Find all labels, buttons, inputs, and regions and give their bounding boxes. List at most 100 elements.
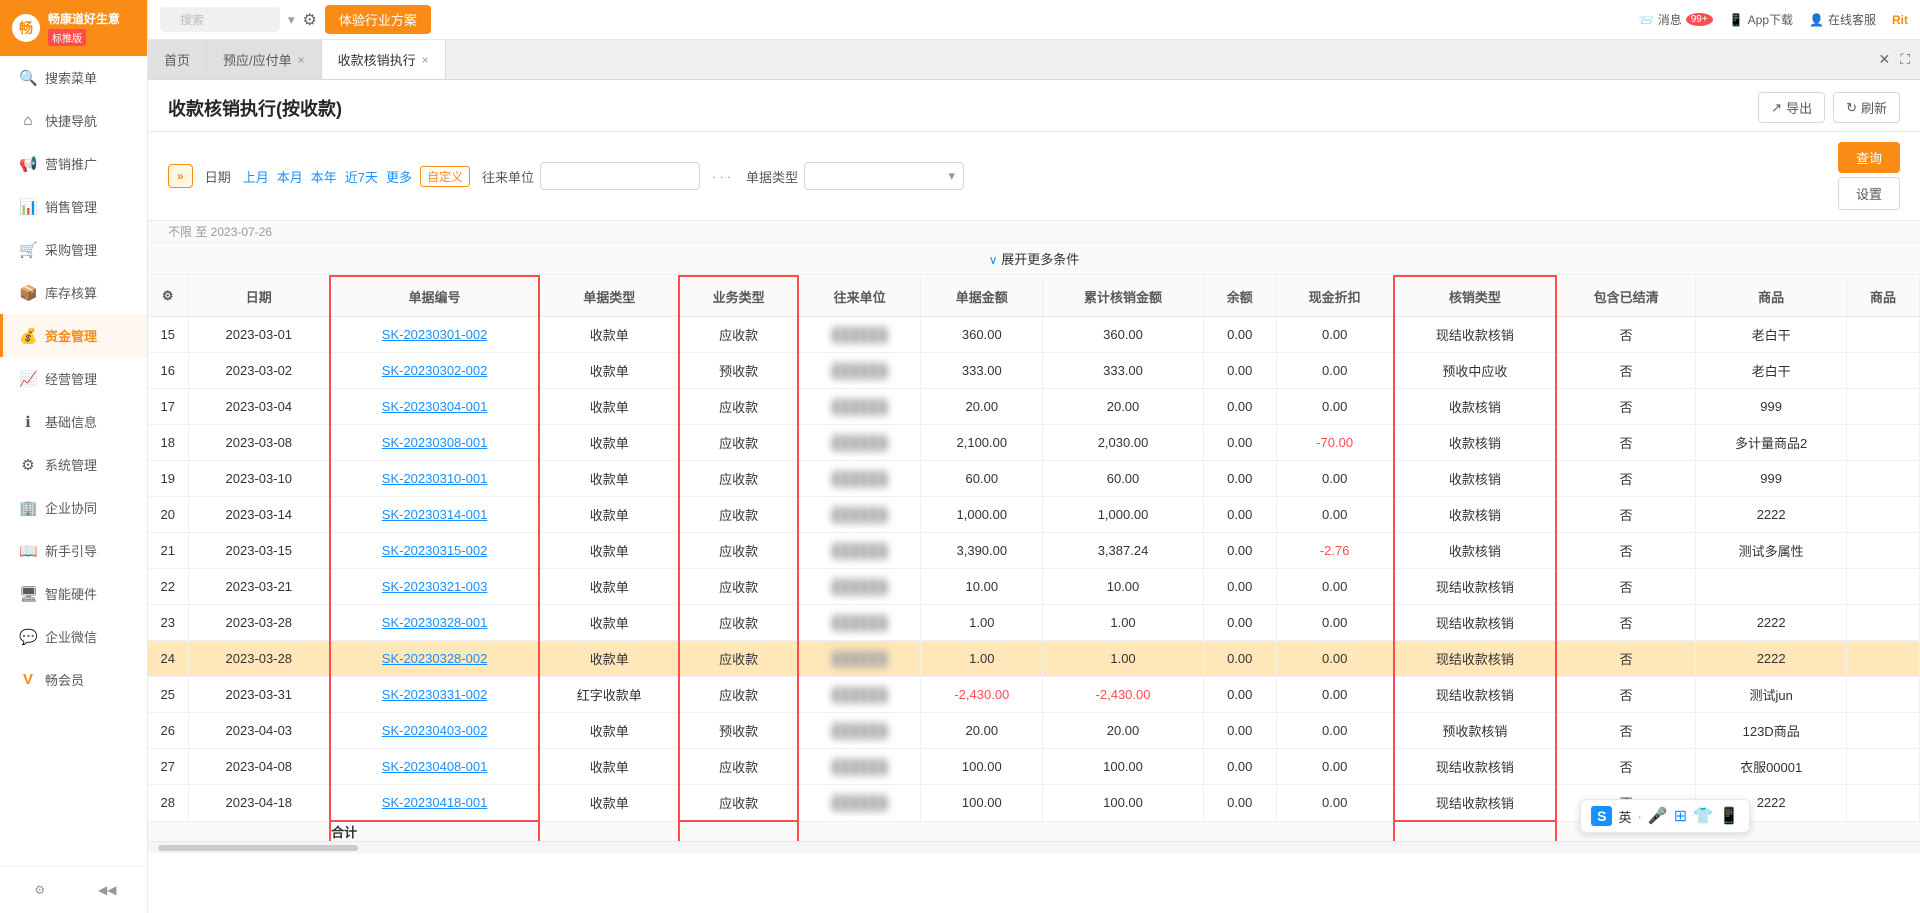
inventory-icon: 📦 xyxy=(19,284,37,302)
sidebar-item-management[interactable]: 📈 经营管理 xyxy=(0,357,147,400)
col-goods1-header[interactable]: 商品 xyxy=(1696,276,1847,317)
docno-link[interactable]: SK-20230308-001 xyxy=(382,435,488,450)
app-download-btn[interactable]: 📱 App下载 xyxy=(1729,11,1793,28)
collapse-btn[interactable]: ◀◀ xyxy=(78,877,138,903)
docno-link[interactable]: SK-20230418-001 xyxy=(382,795,488,810)
sidebar-item-guide[interactable]: 📖 新手引导 xyxy=(0,529,147,572)
sidebar-item-sales[interactable]: 📊 销售管理 xyxy=(0,185,147,228)
notification-btn[interactable]: 📨 消息 99+ xyxy=(1639,11,1713,28)
cell-cashdiscount: 0.00 xyxy=(1276,461,1394,497)
col-counterparty-header[interactable]: 往来单位 xyxy=(798,276,921,317)
query-btn[interactable]: 查询 xyxy=(1838,142,1900,173)
docno-link[interactable]: SK-20230408-001 xyxy=(382,759,488,774)
sidebar-item-search[interactable]: 🔍 搜索菜单 xyxy=(0,56,147,99)
footer-balance xyxy=(1203,821,1276,841)
date-this-year[interactable]: 本年 xyxy=(311,167,337,186)
date-this-month[interactable]: 本月 xyxy=(277,167,303,186)
cell-counterparty: ██████ xyxy=(798,425,921,461)
top-bar-search-box[interactable]: 搜索 xyxy=(160,7,280,32)
sidebar-item-enterprise[interactable]: 🏢 企业协同 xyxy=(0,486,147,529)
sidebar-item-hardware[interactable]: 🖥 智能硬件 xyxy=(0,572,147,615)
cell-counterparty: ██████ xyxy=(798,785,921,822)
col-docamount-header[interactable]: 单据金额 xyxy=(921,276,1043,317)
col-docno-header[interactable]: 单据编号 xyxy=(330,276,539,317)
tab-home[interactable]: 首页 xyxy=(148,40,207,79)
cell-includesettled: 否 xyxy=(1556,425,1696,461)
docno-link[interactable]: SK-20230403-002 xyxy=(382,723,488,738)
tab-receivable-close[interactable]: × xyxy=(298,53,305,67)
floating-toolbar: S 英 · 🎤 ⊞ 👕 📱 xyxy=(1580,799,1750,833)
maximize-icon[interactable]: ⛶ xyxy=(1900,51,1910,68)
counterparty-input[interactable] xyxy=(540,162,700,190)
filter-toggle-btn[interactable]: » xyxy=(168,164,193,188)
col-settings-header[interactable]: ⚙ xyxy=(148,276,188,317)
industry-btn[interactable]: 体验行业方案 xyxy=(325,5,431,34)
close-window-icon[interactable]: ✕ xyxy=(1878,51,1890,68)
cell-includesettled: 否 xyxy=(1556,353,1696,389)
col-biztype-header[interactable]: 业务类型 xyxy=(679,276,797,317)
col-doctype-header[interactable]: 单据类型 xyxy=(539,276,679,317)
filter-expand-row[interactable]: ∨ 展开更多条件 xyxy=(148,243,1920,275)
cell-cumulative: 20.00 xyxy=(1043,713,1204,749)
sidebar-item-capital[interactable]: 💰 资金管理 xyxy=(0,314,147,357)
horizontal-scrollbar[interactable] xyxy=(158,845,358,851)
tab-collection-close[interactable]: × xyxy=(422,53,429,67)
col-includesettled-header[interactable]: 包含已结清 xyxy=(1556,276,1696,317)
sidebar-item-inventory[interactable]: 📦 库存核算 xyxy=(0,271,147,314)
cell-balance: 0.00 xyxy=(1203,497,1276,533)
capital-icon: 💰 xyxy=(19,327,37,345)
gear-icon[interactable]: ⚙ xyxy=(303,10,317,30)
docno-link[interactable]: SK-20230321-003 xyxy=(382,579,488,594)
settings-bottom-btn[interactable]: ⚙ xyxy=(10,877,70,903)
doc-type-select[interactable]: ▾ xyxy=(804,162,964,190)
docno-link[interactable]: SK-20230301-002 xyxy=(382,327,488,342)
col-goods2-header[interactable]: 商品 xyxy=(1847,276,1920,317)
col-cashdiscount-header[interactable]: 现金折扣 xyxy=(1276,276,1394,317)
col-writeofftype-header[interactable]: 核销类型 xyxy=(1394,276,1556,317)
query-actions: 查询 设置 xyxy=(1838,142,1900,210)
docno-link[interactable]: SK-20230328-002 xyxy=(382,651,488,666)
user-menu[interactable]: Rit xyxy=(1892,13,1908,27)
setting-btn[interactable]: 设置 xyxy=(1838,177,1900,210)
sidebar-item-marketing[interactable]: 📢 营销推广 xyxy=(0,142,147,185)
footer-counterparty xyxy=(798,821,921,841)
sidebar-item-quick[interactable]: ⌂ 快捷导航 xyxy=(0,99,147,142)
online-service-btn[interactable]: 👤 在线客服 xyxy=(1809,11,1876,28)
sidebar-item-purchase[interactable]: 🛒 采购管理 xyxy=(0,228,147,271)
docno-link[interactable]: SK-20230304-001 xyxy=(382,399,488,414)
sidebar-item-member[interactable]: V 畅会员 xyxy=(0,658,147,701)
docno-link[interactable]: SK-20230314-001 xyxy=(382,507,488,522)
date-last-month[interactable]: 上月 xyxy=(243,167,269,186)
floating-icon-3[interactable]: 🎤 xyxy=(1648,806,1668,826)
docno-link[interactable]: SK-20230331-002 xyxy=(382,687,488,702)
floating-icon-1[interactable]: 英 xyxy=(1618,807,1631,826)
sidebar-item-wechat[interactable]: 💬 企业微信 xyxy=(0,615,147,658)
docno-link[interactable]: SK-20230315-002 xyxy=(382,543,488,558)
docno-link[interactable]: SK-20230328-001 xyxy=(382,615,488,630)
cell-goods2 xyxy=(1847,497,1920,533)
cell-seq: 27 xyxy=(148,749,188,785)
col-date-header[interactable]: 日期 xyxy=(188,276,330,317)
date-more[interactable]: 更多 xyxy=(386,167,412,186)
sidebar-item-system[interactable]: ⚙ 系统管理 xyxy=(0,443,147,486)
table-row: 27 2023-04-08 SK-20230408-001 收款单 应收款 ██… xyxy=(148,749,1920,785)
cell-doctype: 收款单 xyxy=(539,317,679,353)
tabs-right: ✕ ⛶ xyxy=(1868,40,1920,79)
floating-icon-5[interactable]: 👕 xyxy=(1693,806,1713,826)
col-balance-header[interactable]: 余额 xyxy=(1203,276,1276,317)
date-custom-btn[interactable]: 自定义 xyxy=(420,166,470,187)
tab-collection[interactable]: 收款核销执行 × xyxy=(322,40,446,79)
floating-icon-6[interactable]: 📱 xyxy=(1719,806,1739,826)
tab-receivable[interactable]: 预应/应付单 × xyxy=(207,40,322,79)
docno-link[interactable]: SK-20230310-001 xyxy=(382,471,488,486)
cell-doctype: 收款单 xyxy=(539,749,679,785)
docno-link[interactable]: SK-20230302-002 xyxy=(382,363,488,378)
col-cumulative-header[interactable]: 累计核销金额 xyxy=(1043,276,1204,317)
cell-includesettled: 否 xyxy=(1556,389,1696,425)
sidebar-item-basic[interactable]: ℹ 基础信息 xyxy=(0,400,147,443)
refresh-btn[interactable]: ↻ 刷新 xyxy=(1833,92,1900,123)
floating-icon-4[interactable]: ⊞ xyxy=(1674,806,1687,826)
date-7days[interactable]: 近7天 xyxy=(345,167,378,186)
cell-docamount: 2,100.00 xyxy=(921,425,1043,461)
export-btn[interactable]: ↗ 导出 xyxy=(1758,92,1825,123)
